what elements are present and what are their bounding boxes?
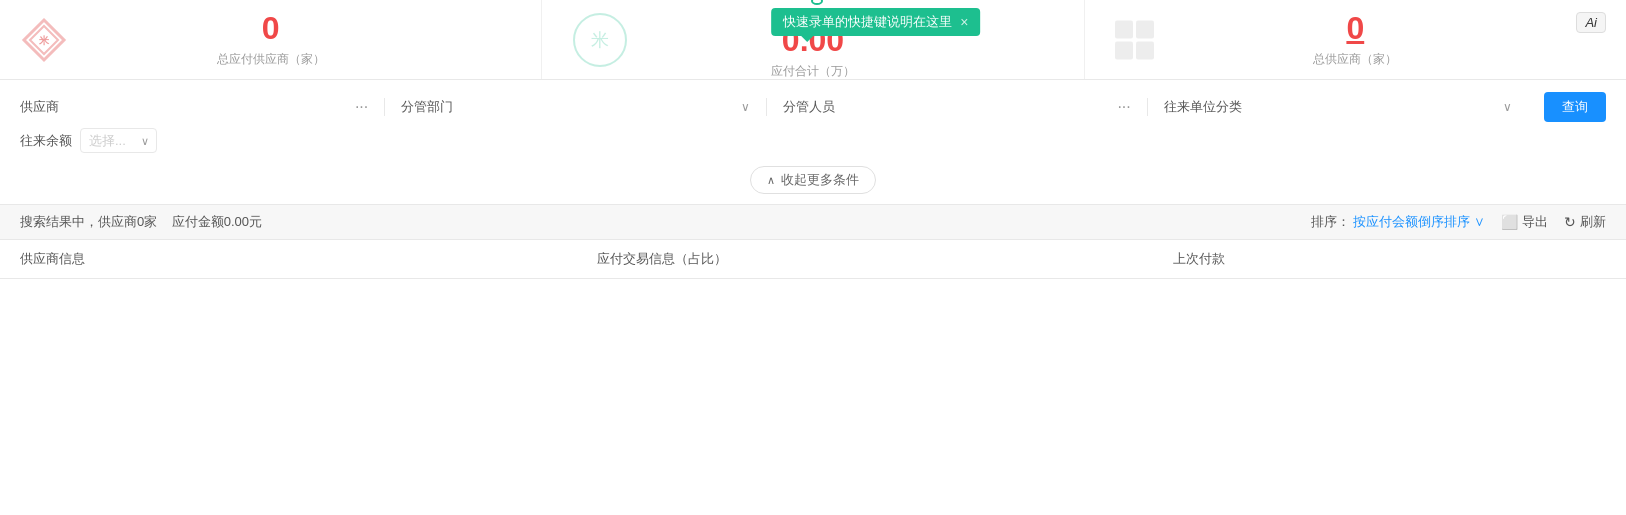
table-col-last-payment: 上次付款 <box>1173 250 1606 268</box>
person-filter-input[interactable] <box>843 100 1114 115</box>
table-col-transaction: 应付交易信息（占比） <box>597 250 1174 268</box>
supplier-more-icon[interactable]: ··· <box>355 98 368 116</box>
payable-total-label: 应付合计（万） <box>771 63 855 80</box>
stat-block-payable-suppliers: 米 0 总应付供应商（家） <box>0 0 542 79</box>
refresh-icon: ↻ <box>1564 214 1576 230</box>
table-body <box>0 279 1626 515</box>
stat-block-payable-total: 米 快速录单的快捷键说明在这里 × 0.00 应付合计（万） <box>542 0 1084 79</box>
department-chevron-icon: ∨ <box>741 100 750 114</box>
search-amount-value: 0.00元 <box>224 214 262 229</box>
sort-prefix: 排序： <box>1311 214 1350 229</box>
export-button[interactable]: ⬜ 导出 <box>1501 213 1548 231</box>
diamond-logo-icon: 米 <box>20 16 68 64</box>
balance-filter-label: 往来余额 <box>20 132 72 150</box>
total-suppliers-count: 0 <box>1346 11 1364 46</box>
filter-item-person: 分管人员 ··· <box>767 98 1148 116</box>
search-summary: 搜索结果中，供应商0家 应付金额0.00元 <box>20 213 262 231</box>
export-label: 导出 <box>1522 213 1548 231</box>
balance-chevron-icon: ∨ <box>141 135 149 148</box>
unit-category-filter-input[interactable] <box>1250 100 1499 115</box>
search-supplier-count: 0家 <box>137 214 157 229</box>
tooltip-popup: 快速录单的快捷键说明在这里 × <box>771 8 980 36</box>
stats-bar: 米 0 总应付供应商（家） 米 快速录单的快捷键说明在这里 × 0.00 应付合… <box>0 0 1626 80</box>
total-suppliers-label: 总供应商（家） <box>1313 51 1397 68</box>
sort-value[interactable]: 按应付会额倒序排序 <box>1353 214 1470 229</box>
table-col-supplier: 供应商信息 <box>20 250 597 268</box>
tooltip-text: 快速录单的快捷键说明在这里 <box>783 13 952 31</box>
sort-label: 排序： 按应付会额倒序排序 ∨ <box>1311 213 1485 231</box>
search-amount-label: 应付金额 <box>172 214 224 229</box>
search-summary-text: 搜索结果中，供应商0家 应付金额0.00元 <box>20 213 262 231</box>
collapse-chevron-icon: ∧ <box>767 174 775 187</box>
filter-item-department: 分管部门 ∨ <box>385 98 766 116</box>
person-filter-label: 分管人员 <box>783 98 835 116</box>
export-icon: ⬜ <box>1501 214 1518 230</box>
tooltip-close-button[interactable]: × <box>960 14 968 30</box>
search-prefix: 搜索结果中，供应商 <box>20 214 137 229</box>
payable-suppliers-count: 0 <box>262 11 280 46</box>
unit-category-chevron-icon: ∨ <box>1503 100 1512 114</box>
query-button[interactable]: 查询 <box>1544 92 1606 122</box>
stat-block-total-suppliers: 0 总供应商（家） Ai <box>1085 0 1626 79</box>
collapse-label: 收起更多条件 <box>781 171 859 189</box>
svg-text:米: 米 <box>591 30 609 50</box>
tooltip-dot <box>813 0 821 3</box>
svg-text:米: 米 <box>38 35 50 46</box>
balance-select-wrapper[interactable]: 选择... ∨ <box>80 132 157 150</box>
table-header: 供应商信息 应付交易信息（占比） 上次付款 <box>0 240 1626 279</box>
center-decorative-icon: 米 <box>572 12 628 68</box>
department-filter-label: 分管部门 <box>401 98 453 116</box>
supplier-filter-input[interactable] <box>67 100 351 115</box>
filter-row-2: 往来余额 选择... ∨ <box>20 132 1606 160</box>
sort-chevron-icon: ∨ <box>1474 214 1485 229</box>
payable-suppliers-label: 总应付供应商（家） <box>217 51 325 68</box>
department-filter-input[interactable] <box>461 100 736 115</box>
refresh-button[interactable]: ↻ 刷新 <box>1564 213 1606 231</box>
ai-badge[interactable]: Ai <box>1576 12 1606 33</box>
filter-row-1: 供应商 ··· 分管部门 ∨ 分管人员 ··· 往来单位分类 ∨ 查询 <box>20 92 1606 122</box>
filter-item-supplier: 供应商 ··· <box>20 98 385 116</box>
supplier-filter-label: 供应商 <box>20 98 59 116</box>
unit-category-filter-label: 往来单位分类 <box>1164 98 1242 116</box>
filter-item-unit-category: 往来单位分类 ∨ <box>1148 98 1528 116</box>
search-actions: 排序： 按应付会额倒序排序 ∨ ⬜ 导出 ↻ 刷新 <box>1311 213 1606 231</box>
person-more-icon[interactable]: ··· <box>1117 98 1130 116</box>
refresh-label: 刷新 <box>1580 213 1606 231</box>
table: 供应商信息 应付交易信息（占比） 上次付款 <box>0 240 1626 515</box>
collapse-row: ∧ 收起更多条件 <box>20 160 1606 204</box>
filter-section: 供应商 ··· 分管部门 ∨ 分管人员 ··· 往来单位分类 ∨ 查询 往来余额 <box>0 80 1626 205</box>
search-bar: 搜索结果中，供应商0家 应付金额0.00元 排序： 按应付会额倒序排序 ∨ ⬜ … <box>0 205 1626 240</box>
collapse-button[interactable]: ∧ 收起更多条件 <box>750 166 876 194</box>
